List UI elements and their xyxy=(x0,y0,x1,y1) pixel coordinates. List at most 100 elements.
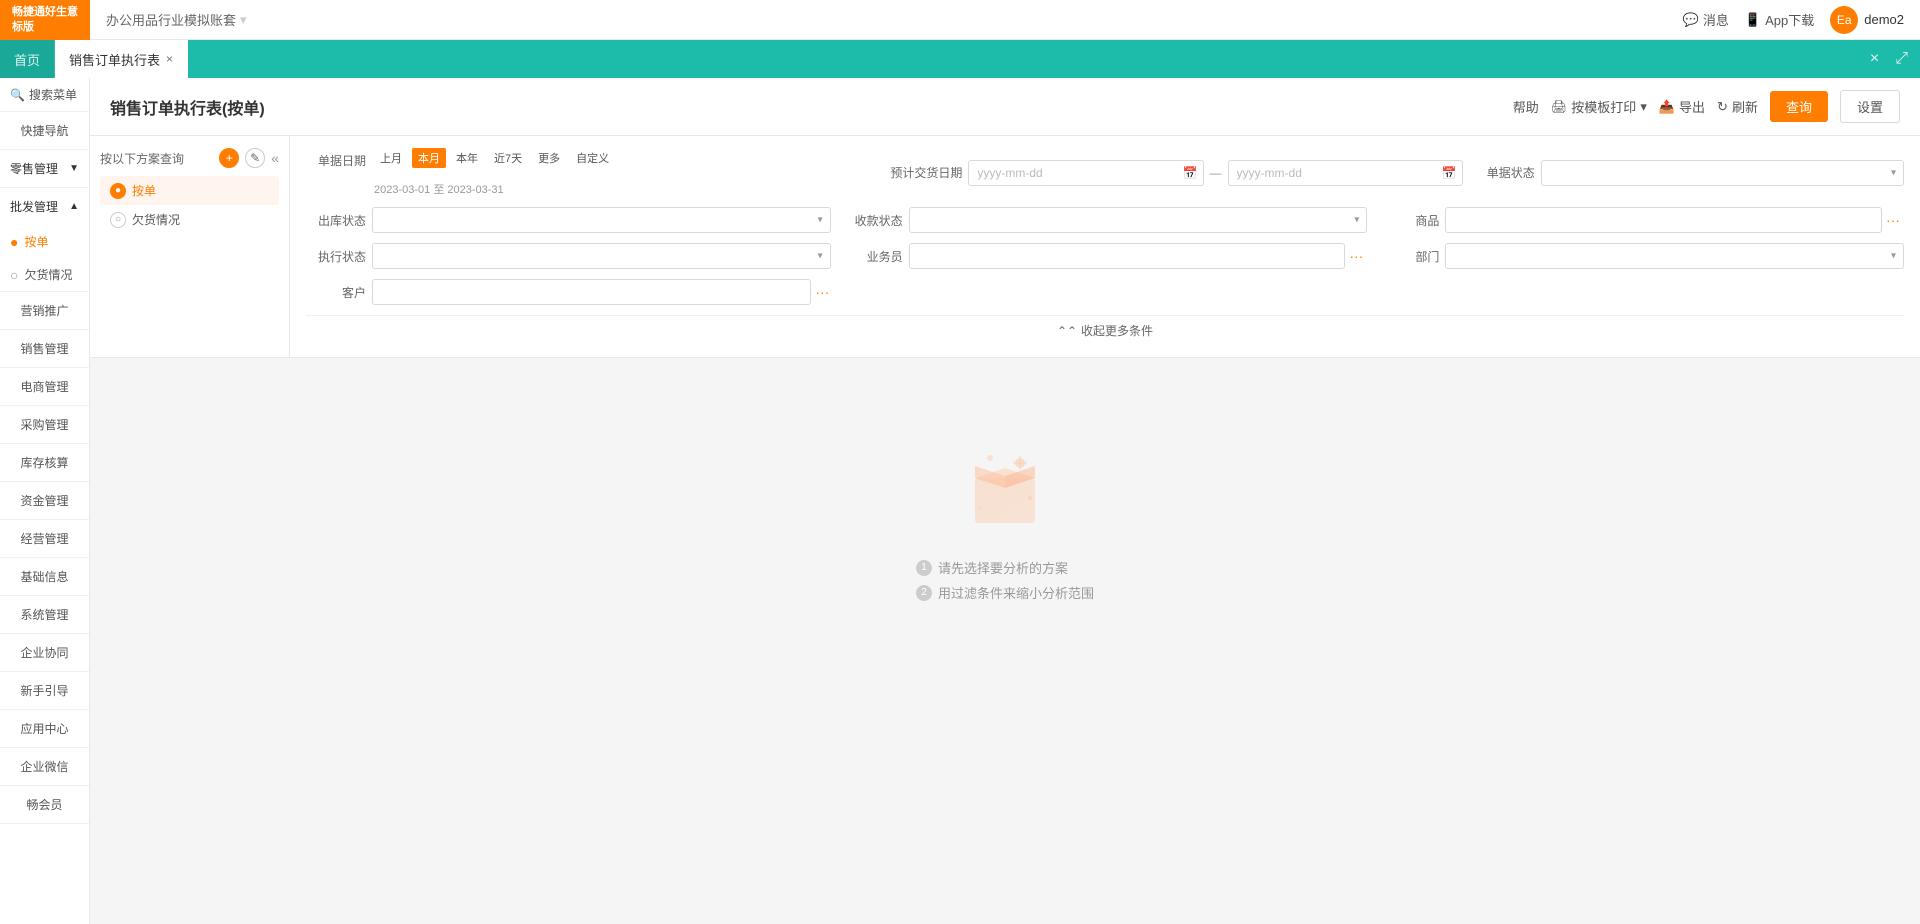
filter-fields: 单据日期 上月 本月 本年 近7天 更多 自定义 2023-03-0 xyxy=(290,136,1920,357)
sidebar-ecommerce-section: 电商管理 xyxy=(0,368,89,406)
salesperson-input[interactable] xyxy=(909,243,1346,269)
date-tab-more[interactable]: 更多 xyxy=(532,148,566,168)
tab-sales-order[interactable]: 销售订单执行表 × xyxy=(55,40,188,78)
goods-input[interactable] xyxy=(1445,207,1882,233)
sidebar-item-basic[interactable]: 基础信息 xyxy=(0,558,89,595)
tab-expand-icon[interactable]: ⤢ xyxy=(1891,46,1912,72)
sidebar-search-menu[interactable]: 🔍 搜索菜单 xyxy=(0,78,89,111)
sidebar-enterprise-section: 企业协同 xyxy=(0,634,89,672)
date-tab-custom[interactable]: 自定义 xyxy=(570,148,615,168)
sidebar-item-sales[interactable]: 销售管理 xyxy=(0,330,89,367)
user-name: demo2 xyxy=(1864,12,1904,27)
calendar-start-icon: 📅 xyxy=(1183,166,1198,180)
arrears-icon: ○ xyxy=(10,267,18,283)
breadcrumb[interactable]: 办公用品行业模拟账套 ▾ xyxy=(98,10,247,29)
sidebar-sales-section: 销售管理 xyxy=(0,330,89,368)
sidebar-item-ops[interactable]: 经营管理 xyxy=(0,520,89,557)
filter-row-4: 客户 ··· xyxy=(306,279,1904,305)
sidebar-item-quick-nav[interactable]: 快捷导航 xyxy=(0,112,89,149)
content-area: 销售订单执行表(按单) 帮助 🖨 按模板打印 ▾ 📤 导出 ↻ 刷新 查询 设置 xyxy=(90,78,1920,924)
breadcrumb-text: 办公用品行业模拟账套 xyxy=(106,10,236,29)
customer-control: ··· xyxy=(372,279,833,305)
tab-bar: 首页 销售订单执行表 × × ⤢ xyxy=(0,40,1920,78)
query-button[interactable]: 查询 xyxy=(1770,91,1828,122)
payment-status-control: ▾ xyxy=(909,207,1368,233)
collapse-filter-icon: ⌃⌃ xyxy=(1057,324,1077,338)
print-icon: 🖨 xyxy=(1551,99,1568,115)
tab-close-icon[interactable]: × xyxy=(166,52,173,66)
delivery-date-start-input[interactable] xyxy=(968,160,1203,186)
date-range-delivery: 📅 — 📅 xyxy=(968,160,1462,186)
refresh-button[interactable]: ↻ 刷新 xyxy=(1717,97,1758,116)
logo-area[interactable]: 畅捷通好生意 标版 xyxy=(0,0,90,40)
payment-status-label: 收款状态 xyxy=(843,212,903,229)
sidebar-item-enterprisewx[interactable]: 企业微信 xyxy=(0,748,89,785)
sidebar-item-marketing[interactable]: 营销推广 xyxy=(0,292,89,329)
avatar: Ea xyxy=(1830,6,1858,34)
date-tabs: 上月 本月 本年 近7天 更多 自定义 xyxy=(374,148,615,168)
sidebar-item-wholesale[interactable]: 批发管理 ▲ xyxy=(0,188,89,225)
empty-hints: 1 请先选择要分析的方案 2 用过滤条件来缩小分析范围 xyxy=(916,558,1094,608)
date-tab-this-month[interactable]: 本月 xyxy=(412,148,446,168)
user-area[interactable]: Ea demo2 xyxy=(1830,6,1904,34)
customer-more-icon[interactable]: ··· xyxy=(811,284,833,300)
sidebar-item-purchase[interactable]: 采购管理 xyxy=(0,406,89,443)
delivery-status-label: 出库状态 xyxy=(306,212,366,229)
filter-scheme-panel: 按以下方案查询 + ✎ « ● 按单 ○ xyxy=(90,136,290,357)
date-tab-7days[interactable]: 近7天 xyxy=(488,148,528,168)
calendar-end-icon: 📅 xyxy=(1442,166,1457,180)
customer-input[interactable] xyxy=(372,279,811,305)
sidebar-item-enterprise[interactable]: 企业协同 xyxy=(0,634,89,671)
sidebar-ops-section: 经营管理 xyxy=(0,520,89,558)
wholesale-chevron-icon: ▲ xyxy=(69,201,79,212)
salesperson-more-icon[interactable]: ··· xyxy=(1345,248,1367,264)
date-tab-last-month[interactable]: 上月 xyxy=(374,148,408,168)
sidebar-item-guide[interactable]: 新手引导 xyxy=(0,672,89,709)
sidebar-purchase-section: 采购管理 xyxy=(0,406,89,444)
settings-button[interactable]: 设置 xyxy=(1840,90,1900,123)
delivery-date-end-input[interactable] xyxy=(1228,160,1463,186)
order-status-select[interactable] xyxy=(1541,160,1904,186)
page-title: 销售订单执行表(按单) xyxy=(110,95,265,119)
print-button[interactable]: 🖨 按模板打印 ▾ xyxy=(1551,97,1647,116)
top-bar-right: 💬 消息 📱 App下载 Ea demo2 xyxy=(1683,6,1904,34)
filter-item-date: 单据日期 上月 本月 本年 近7天 更多 自定义 2023-03-0 xyxy=(306,148,878,197)
department-select[interactable] xyxy=(1445,243,1904,269)
export-button[interactable]: 📤 导出 xyxy=(1659,97,1705,116)
goods-control: ··· xyxy=(1445,207,1904,233)
scheme-dot-follow: ● xyxy=(110,183,126,199)
sidebar-item-system[interactable]: 系统管理 xyxy=(0,596,89,633)
sidebar-item-finance[interactable]: 资金管理 xyxy=(0,482,89,519)
scheme-item-arrears[interactable]: ○ 欠货情况 xyxy=(100,205,279,234)
date-tab-this-year[interactable]: 本年 xyxy=(450,148,484,168)
help-button[interactable]: 帮助 xyxy=(1513,97,1539,116)
tab-home[interactable]: 首页 xyxy=(0,40,55,78)
delivery-status-select[interactable] xyxy=(372,207,831,233)
salesperson-label: 业务员 xyxy=(843,248,903,265)
app-download-icon: 📱 xyxy=(1745,12,1761,28)
sidebar-item-ecommerce[interactable]: 电商管理 xyxy=(0,368,89,405)
filter-item-payment-status: 收款状态 ▾ xyxy=(843,207,1368,233)
filter-item-delivery-status: 出库状态 ▾ xyxy=(306,207,831,233)
tab-close-window-icon[interactable]: × xyxy=(1866,46,1883,72)
exec-status-select[interactable] xyxy=(372,243,831,269)
sidebar-item-member[interactable]: 畅会员 xyxy=(0,786,89,823)
sidebar-item-appcenter[interactable]: 应用中心 xyxy=(0,710,89,747)
collapse-filter-button[interactable]: ⌃⌃ 收起更多条件 xyxy=(1057,322,1153,339)
sidebar-item-inventory[interactable]: 库存核算 xyxy=(0,444,89,481)
sidebar-item-retail[interactable]: 零售管理 ▼ xyxy=(0,150,89,187)
exec-status-label: 执行状态 xyxy=(306,248,366,265)
collapse-scheme-button[interactable]: « xyxy=(271,150,279,166)
top-bar: 畅捷通好生意 标版 办公用品行业模拟账套 ▾ 💬 消息 📱 App下载 Ea d… xyxy=(0,0,1920,40)
sidebar-sub-follow-single[interactable]: ● 按单 xyxy=(0,225,89,258)
app-download-button[interactable]: 📱 App下载 xyxy=(1745,10,1814,29)
edit-scheme-button[interactable]: ✎ xyxy=(245,148,265,168)
payment-status-select[interactable] xyxy=(909,207,1368,233)
scheme-item-follow[interactable]: ● 按单 xyxy=(100,176,279,205)
exec-status-control: ▾ xyxy=(372,243,831,269)
goods-more-icon[interactable]: ··· xyxy=(1882,212,1904,228)
message-button[interactable]: 💬 消息 xyxy=(1683,10,1729,29)
edit-scheme-icon: ✎ xyxy=(250,151,260,165)
add-scheme-button[interactable]: + xyxy=(219,148,239,168)
sidebar-sub-arrears[interactable]: ○ 欠货情况 xyxy=(0,258,89,291)
